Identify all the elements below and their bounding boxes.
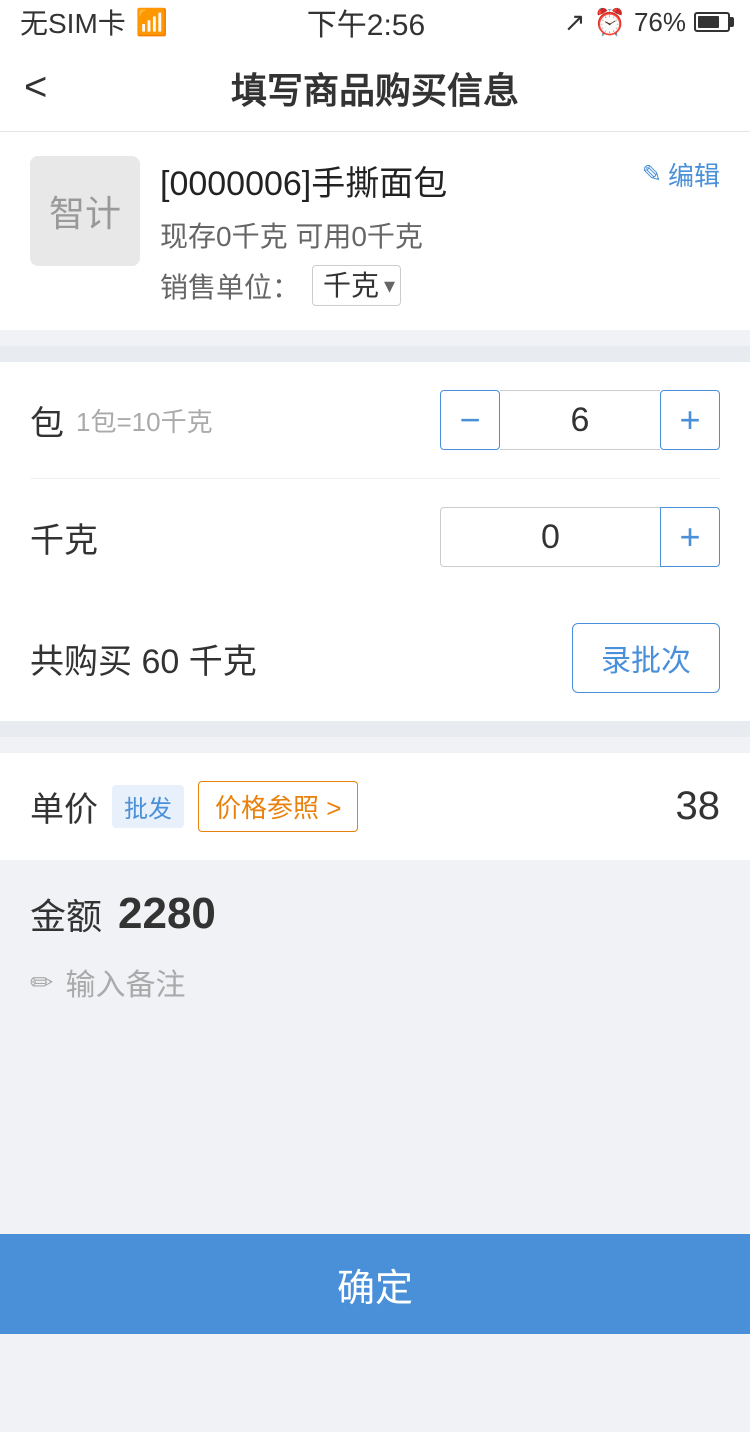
bao-hint: 1包=10千克 xyxy=(76,402,213,439)
battery-fill xyxy=(698,16,719,28)
status-carrier: 无SIM卡 📶 xyxy=(20,2,168,42)
product-stock: 现存0千克 可用0千克 xyxy=(160,215,720,255)
battery-icon xyxy=(694,12,730,32)
kg-label: 千克 xyxy=(30,513,98,562)
kg-input[interactable] xyxy=(440,507,660,567)
unit-label: 销售单位： xyxy=(160,266,300,306)
remark-placeholder[interactable]: 输入备注 xyxy=(65,960,185,1004)
price-ref-button[interactable]: 价格参照 > xyxy=(198,781,358,832)
kg-plus-button[interactable]: + xyxy=(660,507,720,567)
bao-stepper: − + xyxy=(440,390,720,450)
input-row-bao: 包 1包=10千克 − + xyxy=(30,362,720,479)
battery-percent: 76% xyxy=(634,7,686,38)
bao-input[interactable] xyxy=(500,390,660,450)
section-divider-2 xyxy=(0,721,750,737)
price-row: 单价 批发 价格参照 > 38 xyxy=(30,781,720,832)
wifi-icon: 📶 xyxy=(136,7,168,38)
back-button[interactable]: < xyxy=(24,65,47,110)
alarm-icon: ⏰ xyxy=(594,7,626,38)
edit-icon: ✎ xyxy=(642,160,662,189)
price-section: 单价 批发 价格参照 > 38 xyxy=(0,753,750,860)
unit-select[interactable]: 千克 xyxy=(312,265,401,306)
confirm-bar[interactable]: 确定 xyxy=(0,1234,750,1334)
status-bar: 无SIM卡 📶 下午2:56 ↗ ⏰ 76% xyxy=(0,0,750,44)
amount-label: 金额 xyxy=(30,888,102,940)
product-info: [0000006]手撕面包 现存0千克 可用0千克 销售单位： 千克 xyxy=(160,156,720,306)
location-icon: ↗ xyxy=(564,7,586,38)
remark-row[interactable]: ✏ 输入备注 xyxy=(30,960,720,1032)
edit-button[interactable]: ✎ 编辑 xyxy=(642,156,720,193)
kg-stepper: + xyxy=(440,507,720,567)
product-unit-row: 销售单位： 千克 xyxy=(160,265,720,306)
price-label: 单价 批发 价格参照 > xyxy=(30,781,358,832)
bottom-space xyxy=(0,1032,750,1432)
page-title: 填写商品购买信息 xyxy=(231,62,519,114)
batch-button[interactable]: 录批次 xyxy=(572,623,720,693)
confirm-button-label: 确定 xyxy=(337,1257,413,1312)
status-time: 下午2:56 xyxy=(307,0,425,44)
amount-section: 金额 2280 ✏ 输入备注 xyxy=(0,860,750,1032)
section-divider-1 xyxy=(0,346,750,362)
total-row: 共购买 60 千克 录批次 xyxy=(0,595,750,721)
price-value: 38 xyxy=(676,784,721,829)
unit-select-wrap[interactable]: 千克 xyxy=(312,265,401,306)
nav-bar: < 填写商品购买信息 xyxy=(0,44,750,132)
price-tag: 批发 xyxy=(112,785,184,828)
bao-label: 包 1包=10千克 xyxy=(30,396,213,445)
total-text: 共购买 60 千克 xyxy=(30,634,257,683)
pencil-icon: ✏ xyxy=(30,966,53,999)
bao-plus-button[interactable]: + xyxy=(660,390,720,450)
product-name: [0000006]手撕面包 xyxy=(160,156,720,205)
product-card: 智计 [0000006]手撕面包 现存0千克 可用0千克 销售单位： 千克 ✎ … xyxy=(0,132,750,330)
carrier-text: 无SIM卡 xyxy=(20,2,126,42)
amount-value: 2280 xyxy=(118,889,216,939)
input-row-kg: 千克 + xyxy=(30,479,720,595)
product-thumbnail: 智计 xyxy=(30,156,140,266)
status-right: ↗ ⏰ 76% xyxy=(564,7,730,38)
amount-row: 金额 2280 xyxy=(30,888,720,960)
input-section: 包 1包=10千克 − + 千克 + xyxy=(0,362,750,595)
bao-minus-button[interactable]: − xyxy=(440,390,500,450)
